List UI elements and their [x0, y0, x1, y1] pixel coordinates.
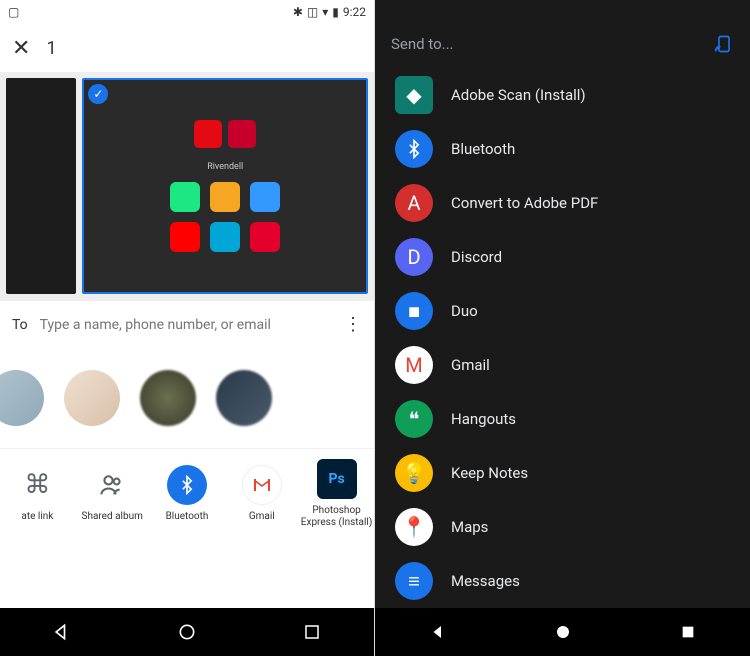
- battery-status-icon: ▮: [332, 5, 339, 19]
- gmail-icon: [242, 465, 282, 505]
- status-bar-dark: [375, 0, 750, 20]
- thumbnail-prev[interactable]: [6, 78, 76, 294]
- recipient-row: To ⋮: [0, 300, 374, 348]
- gmail-icon: M: [395, 346, 433, 384]
- app-tivo-icon: [210, 222, 240, 252]
- photoshop-icon: Ps: [317, 459, 357, 499]
- vibrate-status-icon: ◫: [307, 5, 318, 19]
- cast-device-label: Rivendell: [207, 162, 243, 172]
- app-hulu-icon: [170, 182, 200, 212]
- home-button[interactable]: [157, 622, 217, 642]
- maps-icon: 📍: [395, 508, 433, 546]
- recents-button[interactable]: [658, 624, 718, 640]
- hangouts-icon: ❝: [395, 400, 433, 438]
- app-iheart-icon: [228, 120, 256, 148]
- share-label: ate link: [21, 511, 53, 523]
- share-gmail[interactable]: Gmail: [226, 465, 298, 523]
- share-label: Gmail: [249, 511, 275, 523]
- thumbnail-selected[interactable]: ✓ Rivendell: [82, 78, 368, 294]
- share-label: Photoshop Express (Install): [301, 505, 373, 529]
- navigation-bar: [375, 608, 750, 656]
- selection-header: ✕ 1: [0, 24, 374, 72]
- back-button[interactable]: [32, 622, 92, 642]
- app-item-convert[interactable]: A Convert to Adobe PDF: [387, 176, 738, 230]
- contact-suggestions[interactable]: [0, 348, 374, 448]
- close-button[interactable]: ✕: [12, 36, 30, 61]
- contact-avatar[interactable]: [0, 370, 44, 426]
- check-icon: ✓: [88, 84, 108, 104]
- app-list[interactable]: ◆ Adobe Scan (Install) Bluetooth A Convert t…: [375, 68, 750, 656]
- thumbnail-strip[interactable]: ✓ Rivendell: [0, 72, 374, 300]
- bluetooth-icon: [395, 130, 433, 168]
- selection-count: 1: [46, 38, 56, 59]
- app-item-label: Messages: [451, 572, 520, 590]
- app-item-discord[interactable]: D Discord: [387, 230, 738, 284]
- home-button[interactable]: [533, 623, 593, 641]
- app-item-hangouts[interactable]: ❝ Hangouts: [387, 392, 738, 446]
- app-item-label: Bluetooth: [451, 140, 515, 158]
- cast-icon[interactable]: [714, 34, 734, 54]
- app-smartcast-icon: [250, 222, 280, 252]
- recents-button[interactable]: [282, 623, 342, 641]
- keep-icon: 💡: [395, 454, 433, 492]
- share-targets-row: ⌘ ate link Shared album Bluetooth Gmail …: [0, 448, 374, 538]
- app-youtube-icon: [170, 222, 200, 252]
- bluetooth-status-icon: ✱: [293, 5, 303, 19]
- share-label: Bluetooth: [166, 511, 209, 523]
- navigation-bar: [0, 608, 374, 656]
- app-item-adobe[interactable]: ◆ Adobe Scan (Install): [387, 68, 738, 122]
- app-item-label: Convert to Adobe PDF: [451, 194, 598, 212]
- more-options-button[interactable]: ⋮: [344, 314, 362, 335]
- discord-icon: D: [395, 238, 433, 276]
- app-vudu-icon: [250, 182, 280, 212]
- app-item-label: Hangouts: [451, 410, 516, 428]
- app-item-label: Gmail: [451, 356, 490, 374]
- status-bar: ▢ ✱ ◫ ▾ ▮ 9:22: [0, 0, 374, 24]
- app-item-gmail[interactable]: M Gmail: [387, 338, 738, 392]
- app-item-label: Adobe Scan (Install): [451, 86, 586, 104]
- bluetooth-icon: [167, 465, 207, 505]
- to-label: To: [12, 317, 28, 333]
- convert-icon: A: [395, 184, 433, 222]
- app-item-label: Keep Notes: [451, 464, 528, 482]
- app-item-label: Discord: [451, 248, 502, 266]
- share-label: Shared album: [82, 511, 143, 523]
- back-button[interactable]: [408, 623, 468, 641]
- app-item-bluetooth[interactable]: Bluetooth: [387, 122, 738, 176]
- share-bluetooth[interactable]: Bluetooth: [151, 465, 223, 523]
- app-netflix-icon: [194, 120, 222, 148]
- people-icon: [92, 465, 132, 505]
- app-item-label: Maps: [451, 518, 488, 536]
- status-time: 9:22: [343, 5, 366, 19]
- send-to-title: Send to...: [391, 35, 454, 53]
- image-indicator-icon: ▢: [8, 5, 19, 19]
- app-item-messages[interactable]: ≡ Messages: [387, 554, 738, 608]
- share-sheet-light: ▢ ✱ ◫ ▾ ▮ 9:22 ✕ 1 ✓ Rivendell: [0, 0, 375, 656]
- app-item-duo[interactable]: ■ Duo: [387, 284, 738, 338]
- send-header: Send to...: [375, 20, 750, 68]
- recipient-input[interactable]: [40, 317, 344, 333]
- share-create-link[interactable]: ⌘ ate link: [1, 465, 73, 523]
- messages-icon: ≡: [395, 562, 433, 600]
- send-to-sheet-dark: Send to... ◆ Adobe Scan (Install) Bluetoot…: [375, 0, 750, 656]
- contact-avatar[interactable]: [64, 370, 120, 426]
- app-plex-icon: [210, 182, 240, 212]
- app-item-maps[interactable]: 📍 Maps: [387, 500, 738, 554]
- app-grid: [170, 182, 280, 252]
- app-item-keep[interactable]: 💡 Keep Notes: [387, 446, 738, 500]
- duo-icon: ■: [395, 292, 433, 330]
- contact-avatar[interactable]: [140, 370, 196, 426]
- share-shared-album[interactable]: Shared album: [76, 465, 148, 523]
- wifi-status-icon: ▾: [322, 5, 328, 19]
- adobe-icon: ◆: [395, 76, 433, 114]
- link-icon: ⌘: [17, 465, 57, 505]
- share-photoshop-express[interactable]: Ps Photoshop Express (Install): [301, 459, 373, 529]
- app-item-label: Duo: [451, 302, 478, 320]
- contact-avatar[interactable]: [216, 370, 272, 426]
